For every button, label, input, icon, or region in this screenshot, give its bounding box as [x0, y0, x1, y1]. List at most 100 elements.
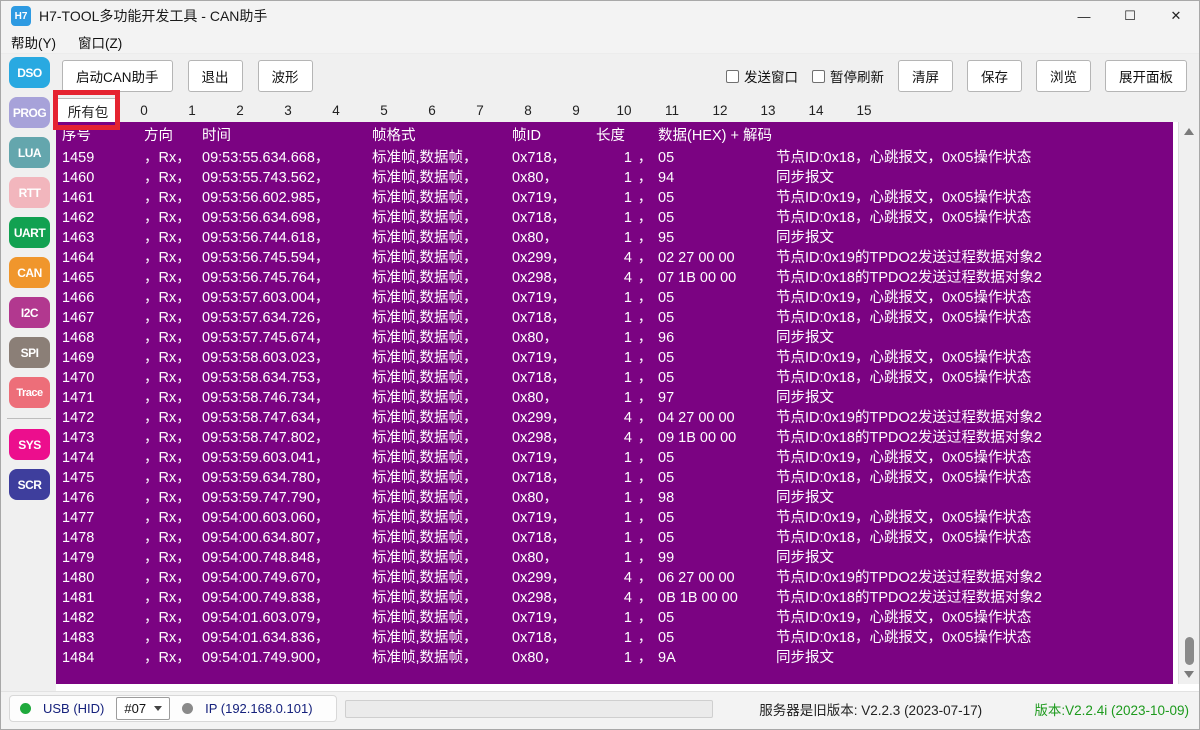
table-row[interactable]: 1468 ，Rx， 09:53:57.745.674， 标准帧,数据帧， 0x80， 1 ，…	[62, 328, 1173, 348]
usb-status[interactable]: USB (HID)	[43, 701, 104, 716]
progress-bar	[345, 699, 713, 718]
scrollbar-thumb[interactable]	[1184, 637, 1194, 665]
table-row[interactable]: 1465 ，Rx， 09:53:56.745.764， 标准帧,数据帧， 0x298， 4…	[62, 268, 1173, 288]
tab-10[interactable]: 10	[600, 98, 648, 122]
menu-item-z[interactable]: 窗口(Z)	[78, 32, 122, 52]
cell-seq: 1477	[62, 510, 95, 526]
table-row[interactable]: 1474 ，Rx， 09:53:59.603.041， 标准帧,数据帧， 0x719， 1…	[62, 448, 1173, 468]
tab-7[interactable]: 7	[456, 98, 504, 122]
vertical-scrollbar[interactable]	[1178, 122, 1199, 684]
cell-format: 标准帧,数据帧，	[372, 310, 478, 326]
tab-4[interactable]: 4	[312, 98, 360, 122]
checkbox-1[interactable]: 暂停刷新	[812, 66, 884, 86]
cell-dir: ，Rx，	[144, 510, 191, 526]
cell-format: 标准帧,数据帧，	[372, 150, 478, 166]
tab-12[interactable]: 12	[696, 98, 744, 122]
tab-[interactable]: 所有包	[56, 98, 120, 122]
table-row[interactable]: 1481 ，Rx， 09:54:00.749.838， 标准帧,数据帧， 0x298， 4…	[62, 588, 1173, 608]
sidebar-item-dso[interactable]: DSO	[9, 57, 50, 88]
table-row[interactable]: 1470 ，Rx， 09:53:58.634.753， 标准帧,数据帧， 0x718， 1…	[62, 368, 1173, 388]
sidebar-item-uart[interactable]: UART	[9, 217, 50, 248]
menu-item-y[interactable]: 帮助(Y)	[11, 32, 56, 52]
device-select[interactable]: #07	[116, 697, 171, 720]
sidebar-item-lua[interactable]: LUA	[9, 137, 50, 168]
table-row[interactable]: 1467 ，Rx， 09:53:57.634.726， 标准帧,数据帧， 0x718， 1…	[62, 308, 1173, 328]
cell-format: 标准帧,数据帧，	[372, 450, 478, 466]
tab-14[interactable]: 14	[792, 98, 840, 122]
sidebar-item-scr[interactable]: SCR	[9, 469, 50, 500]
table-row[interactable]: 1471 ，Rx， 09:53:58.746.734， 标准帧,数据帧， 0x80， 1 ，…	[62, 388, 1173, 408]
tab-11[interactable]: 11	[648, 98, 696, 122]
toolbar-button-0[interactable]: 启动CAN助手	[62, 60, 173, 92]
toolbar-right-button-0[interactable]: 清屏	[898, 60, 953, 92]
cell-data: 07 1B 00 00	[658, 270, 737, 286]
cell-data: 05	[658, 530, 675, 546]
sidebar-item-prog[interactable]: PROG	[9, 97, 50, 128]
scroll-down-icon[interactable]	[1184, 671, 1194, 678]
cell-time: 09:53:59.603.041，	[202, 450, 330, 466]
cell-separator: ，	[637, 630, 653, 646]
table-row[interactable]: 1479 ，Rx， 09:54:00.748.848， 标准帧,数据帧， 0x80， 1 ，…	[62, 548, 1173, 568]
sidebar-item-can[interactable]: CAN	[9, 257, 50, 288]
sidebar-item-trace[interactable]: Trace	[9, 377, 50, 408]
table-row[interactable]: 1460 ，Rx， 09:53:55.743.562， 标准帧,数据帧， 0x80， 1 ，…	[62, 168, 1173, 188]
table-row[interactable]: 1462 ，Rx， 09:53:56.634.698， 标准帧,数据帧， 0x718， 1…	[62, 208, 1173, 228]
minimize-button[interactable]: —	[1061, 1, 1107, 31]
table-row[interactable]: 1482 ，Rx， 09:54:01.603.079， 标准帧,数据帧， 0x719， 1…	[62, 608, 1173, 628]
sidebar-item-spi[interactable]: SPI	[9, 337, 50, 368]
toolbar-button-1[interactable]: 退出	[187, 60, 243, 92]
tab-6[interactable]: 6	[408, 98, 456, 122]
tab-15[interactable]: 15	[840, 98, 888, 122]
checkbox-0[interactable]: 发送窗口	[726, 66, 798, 86]
close-button[interactable]: ✕	[1153, 1, 1199, 31]
table-row[interactable]: 1461 ，Rx， 09:53:56.602.985， 标准帧,数据帧， 0x719， 1…	[62, 188, 1173, 208]
ip-status-dot	[182, 703, 194, 714]
cell-frame-id: 0x719，	[512, 510, 567, 526]
tab-3[interactable]: 3	[264, 98, 312, 122]
sidebar-item-i2c[interactable]: I2C	[9, 297, 50, 328]
cell-seq: 1484	[62, 650, 95, 666]
toolbar-right-button-2[interactable]: 浏览	[1036, 60, 1091, 92]
table-row[interactable]: 1484 ，Rx， 09:54:01.749.900， 标准帧,数据帧， 0x80， 1 ，…	[62, 648, 1173, 668]
tab-8[interactable]: 8	[504, 98, 552, 122]
tab-9[interactable]: 9	[552, 98, 600, 122]
cell-dir: ，Rx，	[144, 370, 191, 386]
table-row[interactable]: 1475 ，Rx， 09:53:59.634.780， 标准帧,数据帧， 0x718， 1…	[62, 468, 1173, 488]
table-row[interactable]: 1480 ，Rx， 09:54:00.749.670， 标准帧,数据帧， 0x299， 4…	[62, 568, 1173, 588]
sidebar-item-rtt[interactable]: RTT	[9, 177, 50, 208]
table-row[interactable]: 1466 ，Rx， 09:53:57.603.004， 标准帧,数据帧， 0x719， 1…	[62, 288, 1173, 308]
toolbar-button-2[interactable]: 波形	[257, 60, 313, 92]
table-row[interactable]: 1469 ，Rx， 09:53:58.603.023， 标准帧,数据帧， 0x719， 1…	[62, 348, 1173, 368]
tab-13[interactable]: 13	[744, 98, 792, 122]
ip-status[interactable]: IP (192.168.0.101)	[205, 701, 312, 716]
maximize-button[interactable]: ☐	[1107, 1, 1153, 31]
cell-length: 4	[623, 590, 632, 606]
table-row[interactable]: 1473 ，Rx， 09:53:58.747.802， 标准帧,数据帧， 0x298， 4…	[62, 428, 1173, 448]
cell-time: 09:53:57.745.674，	[202, 330, 330, 346]
tab-1[interactable]: 1	[168, 98, 216, 122]
sidebar-item-sys[interactable]: SYS	[9, 429, 50, 460]
cell-separator: ，	[637, 450, 653, 466]
table-row[interactable]: 1472 ，Rx， 09:53:58.747.634， 标准帧,数据帧， 0x299， 4…	[62, 408, 1173, 428]
cell-data: 05	[658, 350, 675, 366]
cell-frame-id: 0x718，	[512, 370, 567, 386]
toolbar-right-button-1[interactable]: 保存	[967, 60, 1022, 92]
table-row[interactable]: 1464 ，Rx， 09:53:56.745.594， 标准帧,数据帧， 0x299， 4…	[62, 248, 1173, 268]
cell-length: 1	[623, 530, 632, 546]
tab-0[interactable]: 0	[120, 98, 168, 122]
cell-seq: 1465	[62, 270, 95, 286]
tab-5[interactable]: 5	[360, 98, 408, 122]
table-row[interactable]: 1463 ，Rx， 09:53:56.744.618， 标准帧,数据帧， 0x80， 1 ，…	[62, 228, 1173, 248]
table-row[interactable]: 1459 ，Rx， 09:53:55.634.668， 标准帧,数据帧， 0x718， 1…	[62, 148, 1173, 168]
checkbox-box-1[interactable]	[812, 69, 825, 83]
table-row[interactable]: 1477 ，Rx， 09:54:00.603.060， 标准帧,数据帧， 0x719， 1…	[62, 508, 1173, 528]
scroll-up-icon[interactable]	[1184, 128, 1194, 135]
toolbar-right-button-3[interactable]: 展开面板	[1105, 60, 1187, 92]
checkbox-box-0[interactable]	[726, 69, 739, 83]
table-row[interactable]: 1478 ，Rx， 09:54:00.634.807， 标准帧,数据帧， 0x718， 1…	[62, 528, 1173, 548]
cell-dir: ，Rx，	[144, 390, 191, 406]
table-row[interactable]: 1483 ，Rx， 09:54:01.634.836， 标准帧,数据帧， 0x718， 1…	[62, 628, 1173, 648]
table-row[interactable]: 1476 ，Rx， 09:53:59.747.790， 标准帧,数据帧， 0x80， 1 ，…	[62, 488, 1173, 508]
cell-dir: ，Rx，	[144, 350, 191, 366]
tab-2[interactable]: 2	[216, 98, 264, 122]
